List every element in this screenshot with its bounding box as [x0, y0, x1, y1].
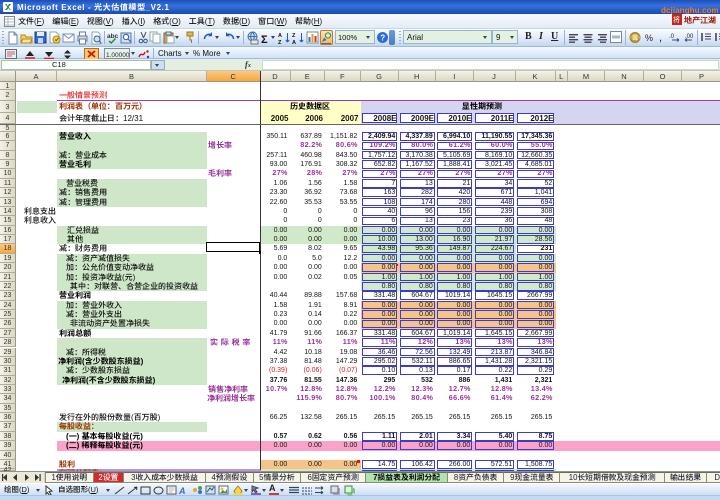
svg-text:abc: abc — [107, 31, 119, 40]
svg-text:.0: .0 — [669, 32, 675, 40]
svg-text:A: A — [292, 38, 296, 45]
svg-text:?: ? — [380, 33, 385, 44]
svg-text:A: A — [179, 485, 186, 495]
svg-text:Z: Z — [278, 38, 282, 45]
svg-text:A: A — [269, 483, 276, 494]
